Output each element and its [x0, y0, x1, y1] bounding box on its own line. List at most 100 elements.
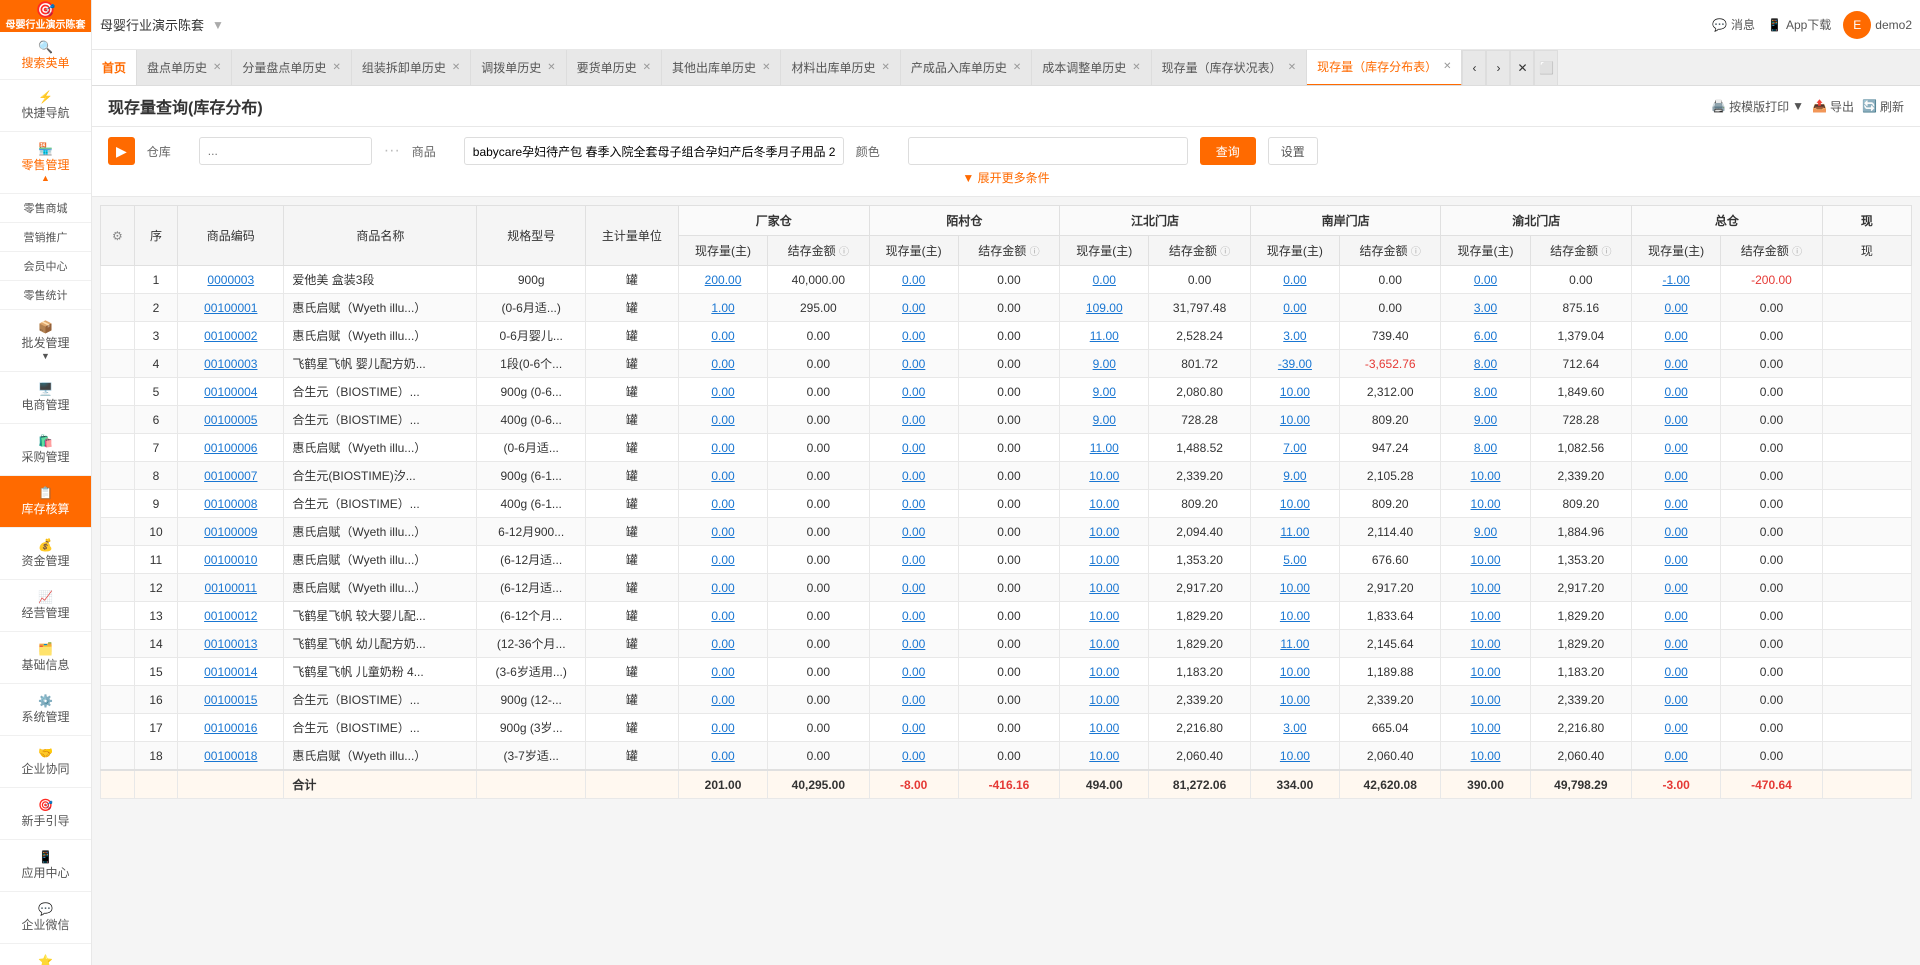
cell-code[interactable]: 00100002 — [178, 322, 284, 350]
cell-wh4-qty[interactable]: 3.00 — [1441, 294, 1530, 322]
cell-wh3-qty[interactable]: 10.00 — [1250, 574, 1339, 602]
cell-code[interactable]: 00100013 — [178, 630, 284, 658]
message-btn[interactable]: 💬 消息 — [1712, 16, 1755, 33]
sidebar-item-member[interactable]: 会员中心 — [0, 252, 91, 281]
cell-wh2-qty[interactable]: 10.00 — [1060, 546, 1149, 574]
expand-conditions-btn[interactable]: ▼ 展开更多条件 — [962, 171, 1049, 185]
sidebar-item-wechat[interactable]: 💬 企业微信 — [0, 892, 91, 944]
cell-wh0-qty[interactable]: 1.00 — [678, 294, 767, 322]
cell-wh5-qty[interactable]: 0.00 — [1632, 742, 1721, 771]
cell-wh1-qty[interactable]: 0.00 — [869, 462, 958, 490]
cell-code[interactable]: 00100009 — [178, 518, 284, 546]
tab-next-btn[interactable]: › — [1486, 50, 1510, 86]
cell-wh2-qty[interactable]: 10.00 — [1060, 462, 1149, 490]
cell-wh4-qty[interactable]: 8.00 — [1441, 350, 1530, 378]
cell-wh2-qty[interactable]: 0.00 — [1060, 266, 1149, 294]
refresh-btn[interactable]: 🔄 刷新 — [1862, 98, 1904, 115]
tab-partial-check[interactable]: 分量盘点单历史 ✕ — [232, 50, 351, 86]
cell-wh4-qty[interactable]: 10.00 — [1441, 686, 1530, 714]
cell-wh5-qty[interactable]: 0.00 — [1632, 574, 1721, 602]
cell-wh0-qty[interactable]: 0.00 — [678, 658, 767, 686]
cell-wh1-qty[interactable]: 0.00 — [869, 294, 958, 322]
cell-wh4-qty[interactable]: 9.00 — [1441, 518, 1530, 546]
cell-wh0-qty[interactable]: 0.00 — [678, 686, 767, 714]
cell-wh0-qty[interactable]: 0.00 — [678, 574, 767, 602]
cell-wh2-qty[interactable]: 10.00 — [1060, 518, 1149, 546]
cell-wh3-qty[interactable]: 10.00 — [1250, 686, 1339, 714]
cell-wh0-qty[interactable]: 0.00 — [678, 378, 767, 406]
cell-code[interactable]: 00100016 — [178, 714, 284, 742]
cell-wh5-qty[interactable]: 0.00 — [1632, 294, 1721, 322]
tab-close-icon[interactable]: ✕ — [213, 62, 221, 73]
cell-wh3-qty[interactable]: -39.00 — [1250, 350, 1339, 378]
tab-close-icon[interactable]: ✕ — [452, 62, 460, 73]
sidebar-item-quicknav[interactable]: ⚡ 快捷导航 — [0, 80, 91, 132]
cell-wh3-qty[interactable]: 3.00 — [1250, 322, 1339, 350]
cell-wh2-qty[interactable]: 11.00 — [1060, 322, 1149, 350]
cell-wh3-qty[interactable]: 11.00 — [1250, 630, 1339, 658]
tab-transfer[interactable]: 调拨单历史 ✕ — [471, 50, 566, 86]
cell-code[interactable]: 0000003 — [178, 266, 284, 294]
cell-wh1-qty[interactable]: 0.00 — [869, 266, 958, 294]
cell-wh1-qty[interactable]: 0.00 — [869, 686, 958, 714]
cell-wh4-qty[interactable]: 10.00 — [1441, 658, 1530, 686]
cell-wh4-qty[interactable]: 8.00 — [1441, 434, 1530, 462]
tab-prev-btn[interactable]: ‹ — [1462, 50, 1486, 86]
cell-wh5-qty[interactable]: 0.00 — [1632, 518, 1721, 546]
sidebar-item-wholesale[interactable]: 📦 批发管理 ▼ — [0, 310, 91, 372]
cell-wh1-qty[interactable]: 0.00 — [869, 350, 958, 378]
cell-wh5-qty[interactable]: 0.00 — [1632, 406, 1721, 434]
cell-wh3-qty[interactable]: 10.00 — [1250, 658, 1339, 686]
cell-wh3-qty[interactable]: 9.00 — [1250, 462, 1339, 490]
cell-wh5-qty[interactable]: 0.00 — [1632, 630, 1721, 658]
cell-wh2-qty[interactable]: 9.00 — [1060, 350, 1149, 378]
sidebar-item-apps[interactable]: 📱 应用中心 — [0, 840, 91, 892]
cell-wh1-qty[interactable]: 0.00 — [869, 378, 958, 406]
cell-wh4-qty[interactable]: 10.00 — [1441, 574, 1530, 602]
cell-wh4-qty[interactable]: 10.00 — [1441, 546, 1530, 574]
app-download-btn[interactable]: 📱 App下载 — [1767, 16, 1831, 33]
cell-wh0-qty[interactable]: 0.00 — [678, 602, 767, 630]
cell-wh0-qty[interactable]: 0.00 — [678, 434, 767, 462]
cell-wh1-qty[interactable]: 0.00 — [869, 742, 958, 771]
cell-wh4-qty[interactable]: 10.00 — [1441, 490, 1530, 518]
cell-wh0-qty[interactable]: 0.00 — [678, 630, 767, 658]
tab-product-in[interactable]: 产成品入库单历史 ✕ — [901, 50, 1032, 86]
warehouse-input[interactable] — [199, 137, 372, 165]
cell-wh2-qty[interactable]: 10.00 — [1060, 574, 1149, 602]
cell-wh2-qty[interactable]: 11.00 — [1060, 434, 1149, 462]
table-gear-icon[interactable]: ⚙ — [112, 229, 123, 243]
sidebar-item-ops[interactable]: 📈 经营管理 — [0, 580, 91, 632]
company-selector[interactable]: 母婴行业演示陈套 ▼ — [100, 15, 224, 34]
sidebar-item-search[interactable]: 🔍 搜索英单 — [0, 32, 91, 80]
tab-stock-status[interactable]: 现存量（库存状况表） ✕ — [1152, 50, 1307, 86]
cell-wh2-qty[interactable]: 10.00 — [1060, 714, 1149, 742]
cell-wh5-qty[interactable]: 0.00 — [1632, 350, 1721, 378]
tab-close-icon[interactable]: ✕ — [1288, 62, 1296, 73]
tab-close-icon[interactable]: ✕ — [1443, 61, 1451, 72]
cell-wh0-qty[interactable]: 0.00 — [678, 742, 767, 771]
cell-wh5-qty[interactable]: 0.00 — [1632, 546, 1721, 574]
cell-wh4-qty[interactable]: 10.00 — [1441, 714, 1530, 742]
cell-wh0-qty[interactable]: 0.00 — [678, 350, 767, 378]
tab-close-icon[interactable]: ✕ — [332, 62, 340, 73]
cell-wh2-qty[interactable]: 10.00 — [1060, 658, 1149, 686]
sidebar-item-retail[interactable]: 🏪 零售管理 ▲ — [0, 132, 91, 194]
cell-wh2-qty[interactable]: 10.00 — [1060, 490, 1149, 518]
cell-wh2-qty[interactable]: 10.00 — [1060, 742, 1149, 771]
tab-close-icon[interactable]: ✕ — [762, 62, 770, 73]
settings-button[interactable]: 设置 — [1268, 137, 1318, 165]
cell-wh1-qty[interactable]: 0.00 — [869, 322, 958, 350]
cell-wh5-qty[interactable]: 0.00 — [1632, 462, 1721, 490]
cell-code[interactable]: 00100003 — [178, 350, 284, 378]
cell-wh4-qty[interactable]: 0.00 — [1441, 266, 1530, 294]
sidebar-item-marketing[interactable]: 营销推广 — [0, 223, 91, 252]
cell-wh4-qty[interactable]: 9.00 — [1441, 406, 1530, 434]
cell-wh0-qty[interactable]: 0.00 — [678, 322, 767, 350]
cell-wh1-qty[interactable]: 0.00 — [869, 518, 958, 546]
cell-code[interactable]: 00100006 — [178, 434, 284, 462]
sidebar-item-purchase[interactable]: 🛍️ 采购管理 — [0, 424, 91, 476]
cell-wh1-qty[interactable]: 0.00 — [869, 630, 958, 658]
sidebar-item-retail-shop[interactable]: 零售商城 — [0, 194, 91, 223]
cell-wh1-qty[interactable]: 0.00 — [869, 658, 958, 686]
